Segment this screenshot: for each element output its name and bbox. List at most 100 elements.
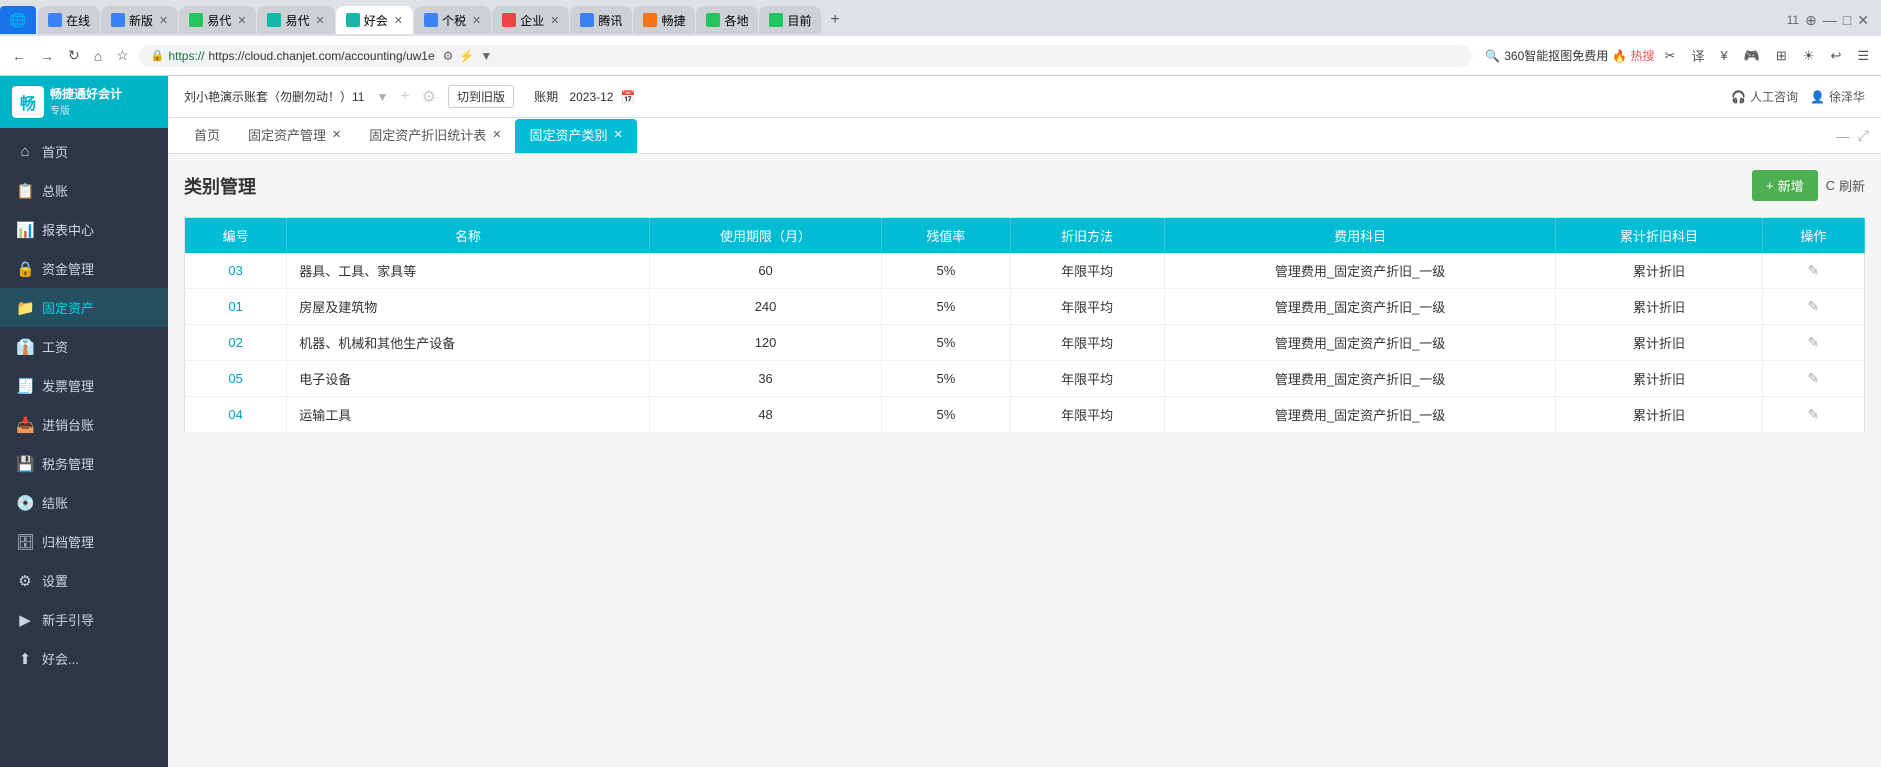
minimize-button[interactable]: ⊕ <box>1805 12 1817 29</box>
table-row: 05 电子设备 36 5% 年限平均 管理费用_固定资产折旧_一级 累计折旧 ✎ <box>185 361 1865 397</box>
browser-logo: 🌐 <box>0 6 36 34</box>
translate-button[interactable]: 译 <box>1687 44 1708 67</box>
code-link-2[interactable]: 02 <box>228 335 242 350</box>
home-button[interactable]: ⌂ <box>90 46 106 66</box>
tab-close-6[interactable]: ✕ <box>472 14 481 27</box>
code-link-0[interactable]: 03 <box>228 263 242 278</box>
cell-period-1: 240 <box>649 289 881 325</box>
browser-tab-10[interactable]: 各地 <box>696 6 758 34</box>
page-tab-category[interactable]: 固定资产类别 ✕ <box>515 119 636 153</box>
cell-action-1: ✎ <box>1762 289 1864 325</box>
gear-icon[interactable]: ⚙ <box>422 87 436 107</box>
url-expand-icon[interactable]: ⚙ <box>443 49 454 63</box>
edit-button-4[interactable]: ✎ <box>1808 406 1820 422</box>
code-link-3[interactable]: 05 <box>228 371 242 386</box>
search-hot: 🔥 热搜 <box>1612 47 1654 64</box>
cell-name-2: 机器、机械和其他生产设备 <box>287 325 650 361</box>
browser-tab-9[interactable]: 畅捷 <box>633 6 695 34</box>
window-max-button[interactable]: □ <box>1843 12 1851 28</box>
sidebar-item-fixed[interactable]: 📁 固定资产 <box>0 288 168 327</box>
search-label: 🔍 <box>1485 49 1500 63</box>
browser-tab-2[interactable]: 新版 ✕ <box>101 6 178 34</box>
consult-button[interactable]: 🎧 人工咨询 <box>1731 88 1798 105</box>
sidebar-item-ledger[interactable]: 📋 总账 <box>0 171 168 210</box>
browser-tab-6[interactable]: 个税 ✕ <box>414 6 491 34</box>
period-btn-label: 切到旧版 <box>457 90 505 104</box>
forward-button[interactable]: → <box>36 46 58 66</box>
scissors-button[interactable]: ✂ <box>1661 46 1680 66</box>
tab-close-3[interactable]: ✕ <box>237 14 246 27</box>
table-row: 02 机器、机械和其他生产设备 120 5% 年限平均 管理费用_固定资产折旧_… <box>185 325 1865 361</box>
sidebar-item-archive[interactable]: 🗄 归档管理 <box>0 522 168 561</box>
window-close-button[interactable]: ✕ <box>1857 12 1869 29</box>
tab-close-4[interactable]: ✕ <box>316 14 325 27</box>
sidebar-item-inventory[interactable]: 📥 进销台账 <box>0 405 168 444</box>
url-dropdown-icon[interactable]: ▼ <box>480 49 492 63</box>
sidebar-item-reports[interactable]: 📊 报表中心 <box>0 210 168 249</box>
url-input[interactable]: 🔒 https:// https://cloud.chanjet.com/acc… <box>139 45 1472 67</box>
browser-chrome: 🌐 在线 新版 ✕ 易代 ✕ 易代 ✕ 好会 ✕ 个税 <box>0 0 1881 76</box>
sidebar-item-guide[interactable]: ▶ 新手引导 <box>0 600 168 639</box>
currency-button[interactable]: ¥ <box>1716 46 1731 65</box>
browser-tab-5[interactable]: 好会 ✕ <box>336 6 413 34</box>
grid-button[interactable]: ⊞ <box>1772 46 1791 66</box>
sidebar-item-more[interactable]: ⬆ 好会... <box>0 639 168 678</box>
browser-tab-4[interactable]: 易代 ✕ <box>257 6 334 34</box>
browser-tab-11[interactable]: 目前 <box>759 6 821 34</box>
tab-icon-8 <box>580 13 594 27</box>
sidebar-item-payroll[interactable]: 👔 工资 <box>0 327 168 366</box>
user-settings-icon[interactable]: + <box>400 88 409 106</box>
tab-close-7[interactable]: ✕ <box>550 14 559 27</box>
refresh-button[interactable]: C 刷新 <box>1826 170 1865 201</box>
edit-button-3[interactable]: ✎ <box>1808 370 1820 386</box>
url-star-icon[interactable]: ⚡ <box>459 49 474 63</box>
switch-to-old-btn[interactable]: 切到旧版 <box>448 85 514 108</box>
sidebar-item-home[interactable]: ⌂ 首页 <box>0 132 168 171</box>
new-tab-button[interactable]: + <box>822 7 847 33</box>
tab-expand-icon[interactable]: ⤢ <box>1858 127 1869 144</box>
code-link-4[interactable]: 04 <box>228 407 242 422</box>
browser-tab-1[interactable]: 在线 <box>38 6 100 34</box>
sidebar-item-checkout[interactable]: 💿 结账 <box>0 483 168 522</box>
tab-label-5: 好会 <box>364 12 388 29</box>
edit-button-0[interactable]: ✎ <box>1808 262 1820 278</box>
tab-icon-11 <box>769 13 783 27</box>
menu-button[interactable]: ☰ <box>1853 46 1873 66</box>
sidebar-item-invoice[interactable]: 🧾 发票管理 <box>0 366 168 405</box>
undo-button[interactable]: ↩ <box>1826 46 1845 66</box>
sidebar-item-settings[interactable]: ⚙ 设置 <box>0 561 168 600</box>
page-tab-category-close[interactable]: ✕ <box>614 128 623 141</box>
back-button[interactable]: ← <box>8 46 30 66</box>
edit-button-1[interactable]: ✎ <box>1808 298 1820 314</box>
user-dropdown-icon[interactable]: ▼ <box>376 90 388 104</box>
tab-close-2[interactable]: ✕ <box>159 14 168 27</box>
logo-icon: 畅 <box>12 86 44 118</box>
tab-icon-3 <box>189 13 203 27</box>
sidebar-label-inventory: 进销台账 <box>42 415 94 434</box>
window-min-button[interactable]: — <box>1823 12 1837 28</box>
sidebar-item-funds[interactable]: 🔒 资金管理 <box>0 249 168 288</box>
code-link-1[interactable]: 01 <box>228 299 242 314</box>
payroll-icon: 👔 <box>16 338 34 356</box>
refresh-button[interactable]: ↻ <box>64 45 84 66</box>
page-tab-depreciation[interactable]: 固定资产折旧统计表 ✕ <box>355 119 515 153</box>
bookmark-button[interactable]: ☆ <box>112 45 133 66</box>
user-profile[interactable]: 👤 徐泽华 <box>1810 88 1865 105</box>
add-button[interactable]: + 新增 <box>1752 170 1818 201</box>
tab-close-5[interactable]: ✕ <box>394 14 403 27</box>
brightness-button[interactable]: ☀ <box>1799 46 1819 66</box>
page-tab-depreciation-close[interactable]: ✕ <box>492 128 501 141</box>
browser-tab-7[interactable]: 企业 ✕ <box>492 6 569 34</box>
browser-tab-3[interactable]: 易代 ✕ <box>179 6 256 34</box>
calendar-icon[interactable]: 📅 <box>621 90 636 104</box>
edit-button-2[interactable]: ✎ <box>1808 334 1820 350</box>
sidebar-item-tax[interactable]: 💾 税务管理 <box>0 444 168 483</box>
page-tab-fixed-mgmt[interactable]: 固定资产管理 ✕ <box>234 119 355 153</box>
game-button[interactable]: 🎮 <box>1740 46 1764 66</box>
sidebar-label-funds: 资金管理 <box>42 259 94 278</box>
browser-tab-8[interactable]: 腾讯 <box>570 6 632 34</box>
page-tab-home[interactable]: 首页 <box>180 119 234 153</box>
page-tab-fixed-mgmt-close[interactable]: ✕ <box>332 128 341 141</box>
col-method: 折旧方法 <box>1010 218 1164 254</box>
tab-minimize-icon[interactable]: — <box>1836 128 1850 144</box>
